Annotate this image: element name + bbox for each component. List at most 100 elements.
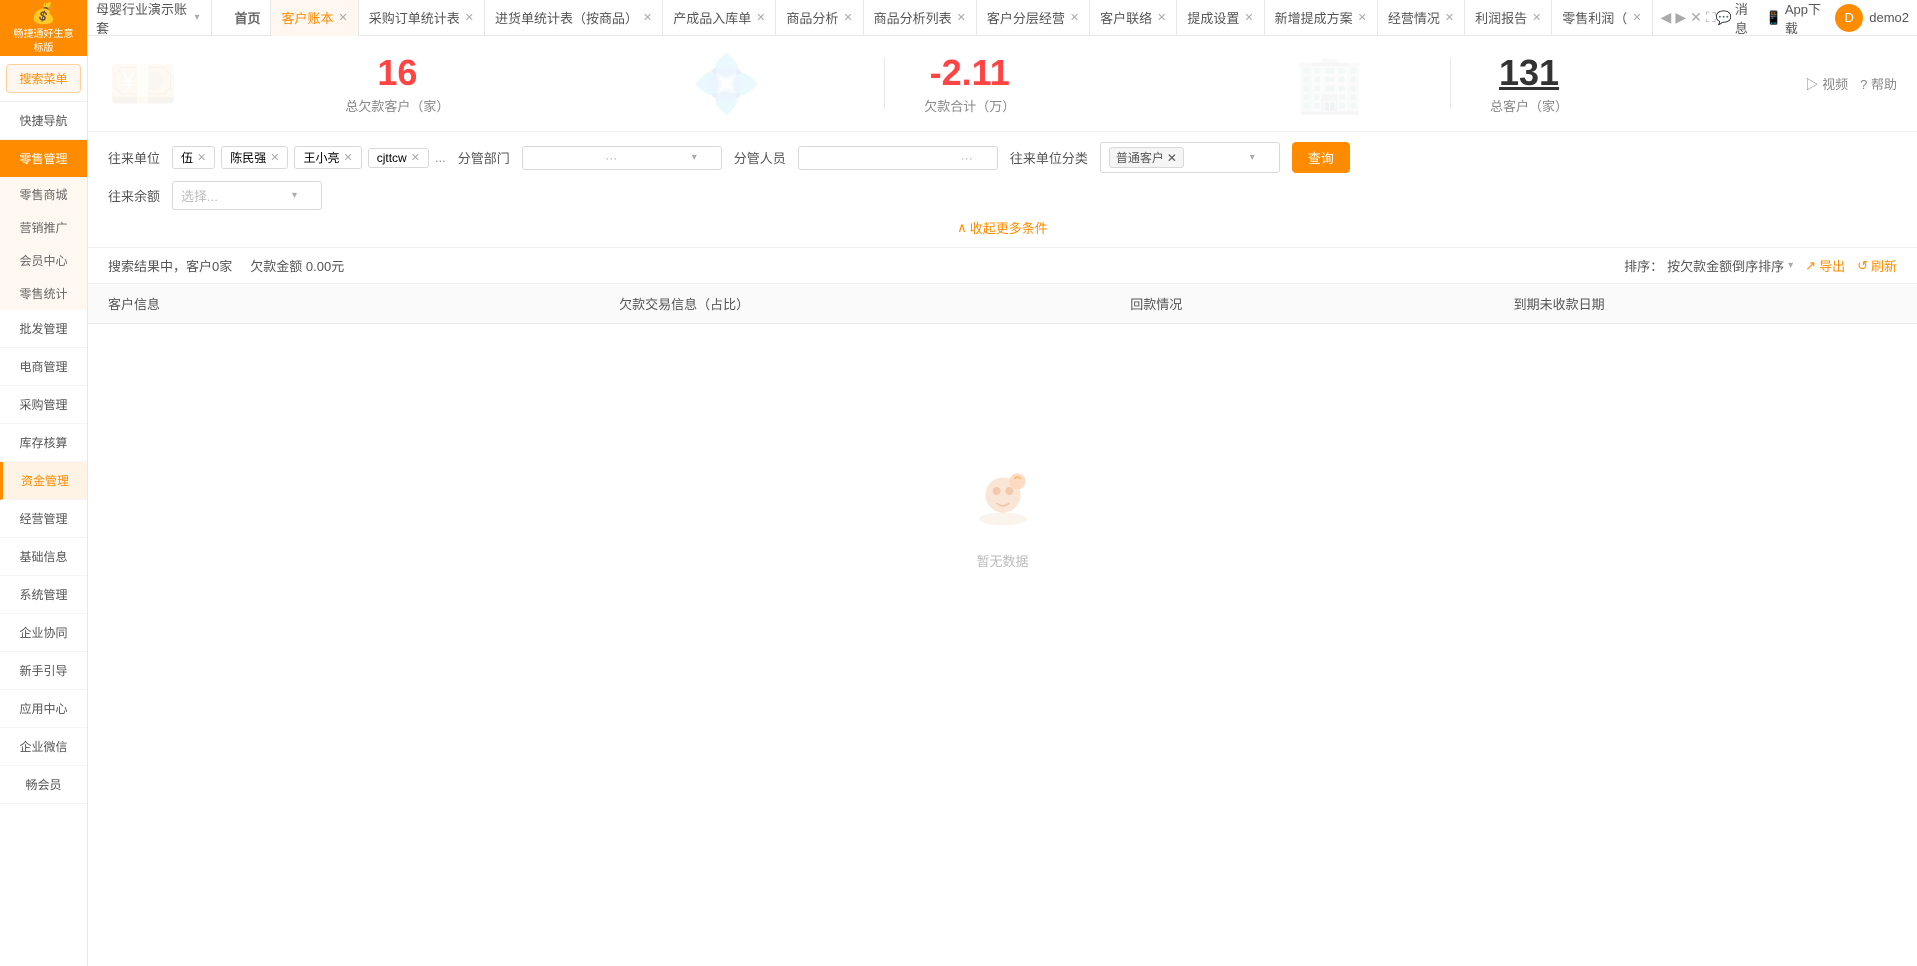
tab-customers-close-icon[interactable]: ✕ [339,11,348,24]
stat-clients-value: 131 [1490,52,1568,94]
person-select[interactable]: ··· [798,146,998,170]
tab-promo-settings-close-icon[interactable]: ✕ [1244,11,1253,24]
unit-tag-wu-close[interactable]: ✕ [197,151,206,164]
tab-purchase-order[interactable]: 采购订单统计表 ✕ [359,0,485,36]
filter-row-2: 往来余额 选择... ▾ [108,181,1897,210]
tab-nav-controls: ◀ ▶ ✕ ⛶ [1661,9,1716,26]
unit-tag-cjttcw: cjttcw ✕ [368,148,429,168]
unit-category-select[interactable]: 普通客户 ✕ ▾ [1100,142,1280,173]
unit-category-tag-close[interactable]: ✕ [1167,151,1177,165]
sidebar: 💰 畅捷通好生意 标版 搜索菜单 快捷导航 零售管理 零售商城 营销推广 会员中… [0,0,88,966]
unit-tag-cjttcw-close[interactable]: ✕ [411,151,420,164]
tab-home[interactable]: 首页 [224,0,271,36]
tab-promo-settings[interactable]: 提成设置 ✕ [1177,0,1264,36]
dept-more-icon: ··· [605,151,617,165]
stat-debt-label: 欠款合计（万） [924,96,1015,115]
tab-operation-status[interactable]: 经营情况 ✕ [1378,0,1465,36]
balance-label: 往来余额 [108,186,160,205]
refresh-button[interactable]: ↺ 刷新 [1857,256,1897,275]
user-area[interactable]: D demo2 [1835,4,1909,32]
tab-left-arrow-icon[interactable]: ◀ [1661,9,1672,26]
sidebar-sub-item-member[interactable]: 会员中心 [0,244,87,277]
tab-inbound-close-icon[interactable]: ✕ [643,11,652,24]
tab-expand-icon[interactable]: ⛶ [1706,9,1716,26]
sidebar-item-capital[interactable]: 资金管理 [0,462,87,500]
tab-customer-tier[interactable]: 客户分层经营 ✕ [977,0,1090,36]
industry-label: 母婴行业演示账套 [96,0,190,37]
sort-value: 按欠款金额倒序排序 [1667,256,1784,275]
sidebar-item-wx[interactable]: 企业微信 [0,728,87,766]
filter-row-1: 往来单位 伍 ✕ 陈民强 ✕ 王小亮 ✕ cjttcw ✕ ... [108,142,1897,173]
table-header: 客户信息 欠款交易信息（占比） 回款情况 到期未收款日期 [88,284,1917,324]
tab-product-analysis[interactable]: 商品分析 ✕ [776,0,863,36]
tab-profit-report-close-icon[interactable]: ✕ [1532,11,1541,24]
sidebar-search-area[interactable]: 搜索菜单 [0,56,87,102]
tab-cost-in[interactable]: 产成品入库单 ✕ [663,0,776,36]
sidebar-item-newbie[interactable]: 新手引导 [0,652,87,690]
stat-container: 16 总欠款客户（家） -2.11 欠款合计（万） 131 总客户（家） [108,52,1805,115]
top-nav: 母婴行业演示账套 ▾ 首页 客户账本 ✕ 采购订单统计表 ✕ 进货单统计表（按商… [88,0,1917,36]
video-help-btn[interactable]: ▷ 视频 [1805,74,1848,93]
unit-tags: 伍 ✕ 陈民强 ✕ 王小亮 ✕ cjttcw ✕ ... [172,146,446,169]
sidebar-item-purchase[interactable]: 采购管理 [0,386,87,424]
empty-state: 暂无数据 [88,324,1917,704]
tab-retail-profit-close-icon[interactable]: ✕ [1632,11,1641,24]
sidebar-item-system[interactable]: 系统管理 [0,576,87,614]
balance-placeholder: 选择... [181,186,218,205]
dept-arrow-icon: ▾ [692,152,697,163]
help-btn[interactable]: ? 帮助 [1860,74,1897,93]
sidebar-item-app[interactable]: 应用中心 [0,690,87,728]
sidebar-item-enterprise[interactable]: 企业协同 [0,614,87,652]
person-more-icon: ··· [961,151,973,165]
refresh-icon: ↺ [1857,258,1868,274]
message-icon: 💬 [1716,10,1732,26]
sidebar-item-retail[interactable]: 零售管理 [0,140,87,178]
query-button[interactable]: 查询 [1292,142,1350,173]
tab-customer-contact-close-icon[interactable]: ✕ [1157,11,1166,24]
sidebar-item-ecommerce[interactable]: 电商管理 [0,348,87,386]
sidebar-item-wholesale[interactable]: 批发管理 [0,310,87,348]
dept-select[interactable]: ··· ▾ [522,146,722,170]
tab-operation-status-close-icon[interactable]: ✕ [1445,11,1454,24]
tab-new-promo-close-icon[interactable]: ✕ [1358,11,1367,24]
sidebar-item-operation[interactable]: 经营管理 [0,500,87,538]
sidebar-item-basic[interactable]: 基础信息 [0,538,87,576]
collapse-up-icon: ∧ [957,220,967,236]
tab-product-list-close-icon[interactable]: ✕ [957,11,966,24]
sidebar-sub-item-mall[interactable]: 零售商城 [0,178,87,211]
search-menu-button[interactable]: 搜索菜单 [6,64,81,93]
sidebar-sub-item-marketing[interactable]: 营销推广 [0,211,87,244]
collapse-button[interactable]: ∧ 收起更多条件 [957,218,1048,237]
app-download-button[interactable]: 📱 App下载 [1766,0,1824,37]
tab-new-promo[interactable]: 新增提成方案 ✕ [1265,0,1378,36]
tab-product-analysis-close-icon[interactable]: ✕ [843,11,852,24]
industry-selector[interactable]: 母婴行业演示账套 ▾ [96,0,212,37]
export-button[interactable]: ↗ 导出 [1805,256,1845,275]
tab-customer-tier-close-icon[interactable]: ✕ [1070,11,1079,24]
message-button[interactable]: 💬 消息 [1716,0,1754,37]
sidebar-sub-item-retail-stat[interactable]: 零售统计 [0,277,87,310]
balance-select[interactable]: 选择... ▾ [172,181,322,210]
unit-tag-wang-close[interactable]: ✕ [344,151,353,164]
unit-tag-wang: 王小亮 ✕ [294,146,361,169]
unit-tag-chen-close[interactable]: ✕ [270,151,279,164]
sort-select[interactable]: 排序： 按欠款金额倒序排序 ▾ [1624,256,1793,275]
tab-profit-report[interactable]: 利润报告 ✕ [1465,0,1552,36]
tab-product-list[interactable]: 商品分析列表 ✕ [864,0,977,36]
logo-icon: 💰 [31,0,56,28]
tab-close-all-icon[interactable]: ✕ [1690,9,1702,26]
tab-purchase-order-close-icon[interactable]: ✕ [465,11,474,24]
table-section: 客户信息 欠款交易信息（占比） 回款情况 到期未收款日期 暂无数据 [88,284,1917,966]
sidebar-item-quick[interactable]: 快捷导航 [0,102,87,140]
sidebar-item-inventory[interactable]: 库存核算 [0,424,87,462]
tab-customers[interactable]: 客户账本 ✕ [271,0,358,36]
tab-inbound[interactable]: 进货单统计表（按商品） ✕ [485,0,663,36]
tab-cost-in-close-icon[interactable]: ✕ [756,11,765,24]
tab-retail-profit[interactable]: 零售利润（ ✕ [1552,0,1652,36]
more-tags-btn[interactable]: ... [435,150,446,165]
unit-label: 往来单位 [108,148,160,167]
sidebar-item-member2[interactable]: 畅会员 [0,766,87,804]
app-download-icon: 📱 [1766,10,1782,26]
tab-customer-contact[interactable]: 客户联络 ✕ [1090,0,1177,36]
tab-right-arrow-icon[interactable]: ▶ [1675,9,1686,26]
